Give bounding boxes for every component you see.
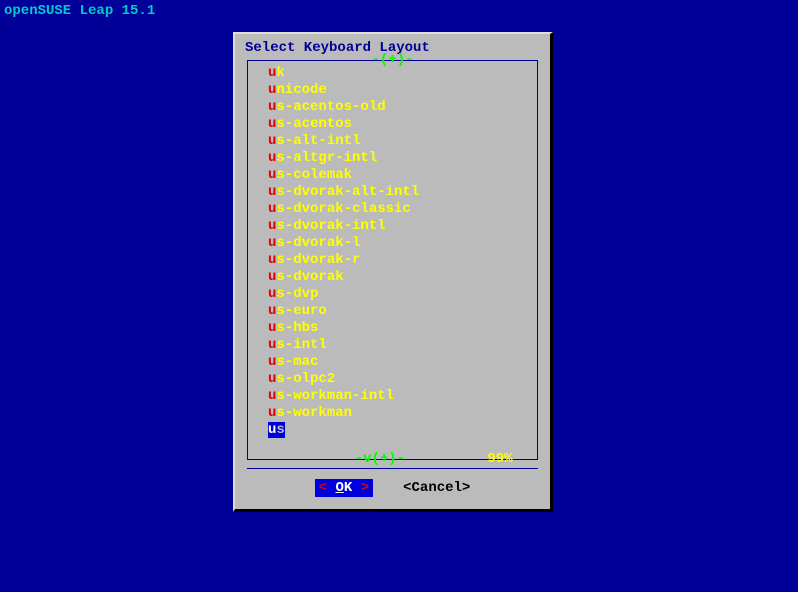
list-item[interactable]: us-colemak [268,167,537,184]
scroll-up-indicator[interactable]: -(+)- [371,52,413,68]
keyboard-layout-list[interactable]: ukunicodeus-acentos-oldus-acentosus-alt-… [248,63,537,441]
list-item[interactable]: us-hbs [268,320,537,337]
list-item[interactable]: us-acentos-old [268,99,537,116]
item-label: s-acentos-old [276,99,385,115]
item-label: s-dvp [276,286,318,302]
list-item[interactable]: us-olpc2 [268,371,537,388]
separator [247,468,538,469]
list-item[interactable]: us-dvp [268,286,537,303]
item-label: s-workman-intl [276,388,394,404]
item-label: s-dvorak-classic [276,201,410,217]
item-label: s-euro [276,303,326,319]
list-item[interactable]: us-dvorak-l [268,235,537,252]
page-header: openSUSE Leap 15.1 [0,0,798,22]
item-label: s-colemak [276,167,352,183]
item-label: s-dvorak-alt-intl [276,184,419,200]
item-label: s-intl [276,337,326,353]
list-item[interactable]: us-dvorak-classic [268,201,537,218]
item-label: s-dvorak-l [276,235,360,251]
item-label: s-acentos [276,116,352,132]
list-item[interactable]: us-alt-intl [268,133,537,150]
list-item[interactable]: us-euro [268,303,537,320]
list-item[interactable]: us-dvorak [268,269,537,286]
item-label: s-alt-intl [276,133,360,149]
scroll-down-indicator[interactable]: -v(+)- 99% [262,451,522,467]
item-label: nicode [276,82,326,98]
list-item[interactable]: us-intl [268,337,537,354]
list-item[interactable]: us-dvorak-alt-intl [268,184,537,201]
item-label: k [276,65,284,81]
cancel-button[interactable]: <Cancel> [403,479,470,497]
item-label: s-dvorak-r [276,252,360,268]
list-frame: -(+)- ukunicodeus-acentos-oldus-acentosu… [247,60,538,460]
list-item[interactable]: us-mac [268,354,537,371]
item-label: s-dvorak-intl [276,218,385,234]
list-item[interactable]: us-altgr-intl [268,150,537,167]
scroll-down-arrows: -v(+)- [272,451,487,467]
ok-button[interactable]: < OK > [315,479,373,497]
item-label: s [276,422,284,438]
item-label: s-olpc2 [276,371,335,387]
scroll-percentage: 99% [487,451,512,467]
list-item[interactable]: us-workman [268,405,537,422]
item-label: s-dvorak [276,269,343,285]
header-title: openSUSE Leap 15.1 [4,3,155,19]
keyboard-layout-dialog: Select Keyboard Layout -(+)- ukunicodeus… [233,32,553,512]
list-item[interactable]: us-workman-intl [268,388,537,405]
item-label: s-workman [276,405,352,421]
list-item[interactable]: us-dvorak-intl [268,218,537,235]
right-arrow-icon: > [361,480,369,496]
item-label: s-mac [276,354,318,370]
list-item[interactable]: us [268,422,537,439]
button-row: < OK > <Cancel> [239,475,546,505]
item-label: s-hbs [276,320,318,336]
list-item[interactable]: us-dvorak-r [268,252,537,269]
left-arrow-icon: < [319,480,327,496]
item-label: s-altgr-intl [276,150,377,166]
list-item[interactable]: us-acentos [268,116,537,133]
list-item[interactable]: unicode [268,82,537,99]
